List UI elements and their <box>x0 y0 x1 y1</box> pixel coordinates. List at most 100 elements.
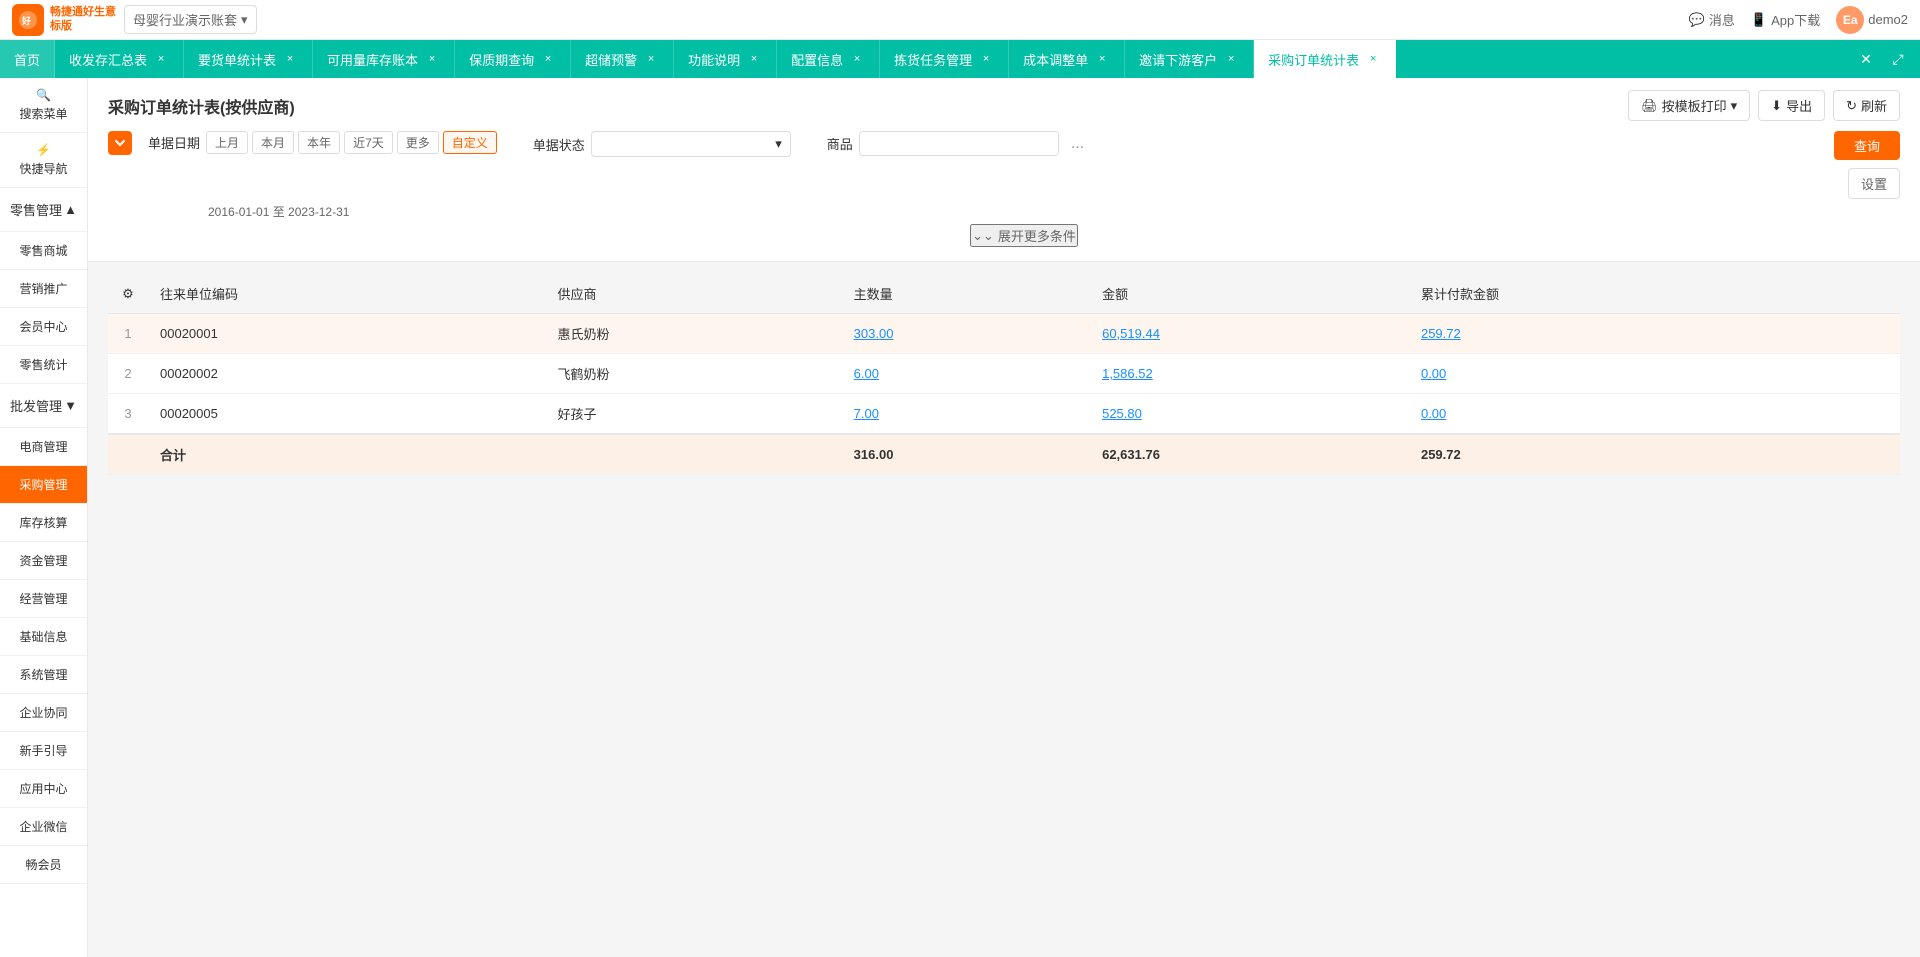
row-extra <box>1806 314 1900 354</box>
tab-cgddtjb[interactable]: 采购订单统计表 × <box>1254 40 1396 78</box>
phone-icon: 📱 <box>1751 12 1767 28</box>
date-btn-more[interactable]: 更多 <box>397 131 439 154</box>
sidebar-item-search[interactable]: 🔍 搜索菜单 <box>0 78 87 133</box>
tab-close-bqcx[interactable]: × <box>540 51 556 67</box>
refresh-icon: ↻ <box>1846 98 1857 114</box>
sidebar-item-appcenter[interactable]: 应用中心 <box>0 770 87 808</box>
export-button[interactable]: ⬇ 导出 <box>1758 90 1825 121</box>
account-selector[interactable]: 母婴行业演示账套 ▾ <box>124 5 257 34</box>
tab-close-kyslkzb[interactable]: × <box>424 51 440 67</box>
date-shortcuts: 上月 本月 本年 近7天 更多 自定义 <box>206 131 497 154</box>
tab-close-cgddtjb[interactable]: × <box>1365 51 1381 67</box>
footer-amount: 62,631.76 <box>1090 434 1409 475</box>
col-settings-header[interactable]: ⚙ <box>108 274 148 314</box>
tab-gnms[interactable]: 功能说明 × <box>674 40 777 78</box>
row-amount: 525.80 <box>1090 394 1409 435</box>
col-supplier-header: 供应商 <box>545 274 841 314</box>
logo-area: 好 畅捷通好生意 标版 <box>12 4 116 36</box>
row-supplier: 好孩子 <box>545 394 841 435</box>
status-select[interactable]: ▾ <box>591 131 791 157</box>
tab-yphtj[interactable]: 要货单统计表 × <box>184 40 313 78</box>
sidebar-item-system[interactable]: 系统管理 <box>0 656 87 694</box>
sidebar-item-inventory[interactable]: 库存核算 <box>0 504 87 542</box>
print-button[interactable]: 🖨 按模板打印 ▾ <box>1628 90 1750 121</box>
date-range-display: 2016-01-01 至 2023-12-31 <box>208 203 1900 220</box>
top-bar-left: 好 畅捷通好生意 标版 母婴行业演示账套 ▾ <box>12 4 257 36</box>
row-qty: 303.00 <box>842 314 1090 354</box>
row-no: 1 <box>108 314 148 354</box>
page-title-row: 采购订单统计表(按供应商) 🖨 按模板打印 ▾ ⬇ 导出 ↻ 刷新 <box>108 90 1900 121</box>
sidebar-item-membership[interactable]: 会员中心 <box>0 308 87 346</box>
sidebar-item-newguide[interactable]: 新手引导 <box>0 732 87 770</box>
row-no: 2 <box>108 354 148 394</box>
tab-close-ccyj[interactable]: × <box>643 51 659 67</box>
filter-toggle-button[interactable] <box>108 131 132 155</box>
sidebar-item-basic[interactable]: 基础信息 <box>0 618 87 656</box>
expand-more-button[interactable]: ⌄⌄ 展开更多条件 <box>970 224 1078 247</box>
tab-home[interactable]: 首页 <box>0 40 55 78</box>
sidebar-item-purchase[interactable]: 采购管理 <box>0 466 87 504</box>
tab-cbtz[interactable]: 成本调整单 × <box>1009 40 1125 78</box>
tab-close-cbtz[interactable]: × <box>1094 51 1110 67</box>
tab-pzxx[interactable]: 配置信息 × <box>777 40 880 78</box>
tab-close-pzxx[interactable]: × <box>849 51 865 67</box>
row-code: 00020001 <box>148 314 545 354</box>
tab-shfd[interactable]: 收发存汇总表 × <box>55 40 184 78</box>
expand-icon: ⌄⌄ <box>972 228 994 244</box>
tab-yqxyk[interactable]: 邀请下游客户 × <box>1125 40 1254 78</box>
col-amount-header: 金额 <box>1090 274 1409 314</box>
sidebar-item-finance[interactable]: 资金管理 <box>0 542 87 580</box>
goods-ellipsis-button[interactable]: ... <box>1065 133 1090 155</box>
quicknav-icon: ⚡ <box>36 143 51 157</box>
sidebar-item-quicknav[interactable]: ⚡ 快捷导航 <box>0 133 87 188</box>
goods-input[interactable] <box>859 131 1059 156</box>
sidebar-item-retailstat[interactable]: 零售统计 <box>0 346 87 384</box>
chevron-down-icon: ▾ <box>241 12 248 28</box>
table-row: 1 00020001 惠氏奶粉 303.00 60,519.44 259.72 <box>108 314 1900 354</box>
sidebar-item-operations[interactable]: 经营管理 <box>0 580 87 618</box>
page-header: 采购订单统计表(按供应商) 🖨 按模板打印 ▾ ⬇ 导出 ↻ 刷新 <box>88 78 1920 262</box>
footer-paid: 259.72 <box>1409 434 1806 475</box>
maximize-button[interactable]: ⤢ <box>1884 45 1912 73</box>
row-supplier: 飞鹤奶粉 <box>545 354 841 394</box>
close-all-tabs-button[interactable]: ✕ <box>1852 45 1880 73</box>
sidebar-item-retailshop[interactable]: 零售商城 <box>0 232 87 270</box>
tab-close-phgjgl[interactable]: × <box>978 51 994 67</box>
tab-ccyj[interactable]: 超储预警 × <box>571 40 674 78</box>
row-qty: 7.00 <box>842 394 1090 435</box>
page-actions: 🖨 按模板打印 ▾ ⬇ 导出 ↻ 刷新 <box>1628 90 1900 121</box>
refresh-button[interactable]: ↻ 刷新 <box>1833 90 1900 121</box>
sidebar-item-marketing[interactable]: 营销推广 <box>0 270 87 308</box>
sidebar-item-ecommerce[interactable]: 电商管理 <box>0 428 87 466</box>
user-avatar[interactable]: Ea demo2 <box>1836 6 1908 34</box>
tab-phgjgl[interactable]: 拣货任务管理 × <box>880 40 1009 78</box>
tab-close-yphtj[interactable]: × <box>282 51 298 67</box>
row-extra <box>1806 394 1900 435</box>
sidebar-item-retail[interactable]: 零售管理 ▲ <box>0 188 87 232</box>
date-btn-7days[interactable]: 近7天 <box>344 131 393 154</box>
sidebar-item-wholesale[interactable]: 批发管理 ▼ <box>0 384 87 428</box>
tab-close-shfd[interactable]: × <box>153 51 169 67</box>
sidebar-item-corpwechat[interactable]: 企业微信 <box>0 808 87 846</box>
date-btn-this-month[interactable]: 本月 <box>252 131 294 154</box>
message-button[interactable]: 💬 消息 <box>1689 10 1735 29</box>
date-btn-this-year[interactable]: 本年 <box>298 131 340 154</box>
date-btn-last-month[interactable]: 上月 <box>206 131 248 154</box>
col-paid-header: 累计付款金额 <box>1409 274 1806 314</box>
main-layout: 🔍 搜索菜单 ⚡ 快捷导航 零售管理 ▲ 零售商城 营销推广 会员中心 零售统计… <box>0 78 1920 957</box>
tab-close-gnms[interactable]: × <box>746 51 762 67</box>
row-qty: 6.00 <box>842 354 1090 394</box>
tab-bqcx[interactable]: 保质期查询 × <box>455 40 571 78</box>
export-icon: ⬇ <box>1771 98 1782 114</box>
settings-button[interactable]: 设置 <box>1848 168 1900 199</box>
tab-kyslkzb[interactable]: 可用量库存账本 × <box>313 40 455 78</box>
sidebar-item-member[interactable]: 畅会员 <box>0 846 87 884</box>
filter-container: 单据日期 上月 本月 本年 近7天 更多 自定义 <box>108 131 1900 261</box>
date-btn-custom[interactable]: 自定义 <box>443 131 497 154</box>
tab-close-yqxyk[interactable]: × <box>1223 51 1239 67</box>
row-paid: 259.72 <box>1409 314 1806 354</box>
sidebar-item-enterprise[interactable]: 企业协同 <box>0 694 87 732</box>
filter-fields: 单据日期 上月 本月 本年 近7天 更多 自定义 <box>148 131 1900 251</box>
app-download-button[interactable]: 📱 App下载 <box>1751 10 1820 29</box>
query-button[interactable]: 查询 <box>1834 131 1900 160</box>
